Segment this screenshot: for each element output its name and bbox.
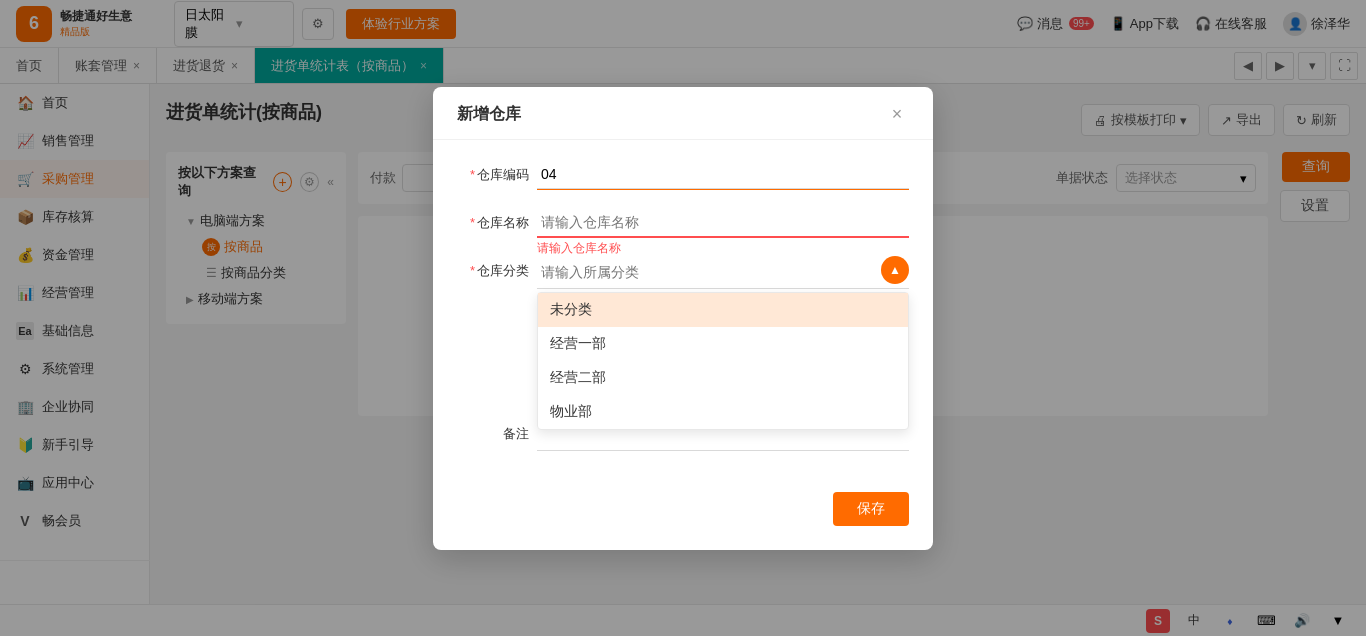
dialog-close-btn[interactable]: × [885,103,909,127]
save-button[interactable]: 保存 [833,492,909,526]
note-label: 备注 [457,419,537,443]
modal-overlay[interactable]: 新增仓库 × 仓库编码 仓库名称 请输入仓库名称 [0,0,1366,636]
category-field: ▲ 未分类 经营一部 经营二部 物业部 [537,256,909,289]
name-error-msg: 请输入仓库名称 [537,240,621,257]
category-label: 仓库分类 [457,256,537,280]
dialog-header: 新增仓库 × [433,87,933,140]
dropdown-option-uncategorized[interactable]: 未分类 [538,293,908,327]
dialog-body: 仓库编码 仓库名称 请输入仓库名称 仓库分类 [433,140,933,492]
dropdown-option-property[interactable]: 物业部 [538,395,908,429]
dropdown-option-dept1[interactable]: 经营一部 [538,327,908,361]
dialog-footer: 保存 [433,492,933,526]
category-input[interactable] [537,260,909,284]
form-row-category: 仓库分类 ▲ 未分类 经营一部 经营二部 物业部 [457,256,909,289]
category-dropdown-btn[interactable]: ▲ [881,256,909,284]
form-row-name: 仓库名称 请输入仓库名称 [457,208,909,238]
name-field: 请输入仓库名称 [537,208,909,238]
name-label: 仓库名称 [457,208,537,232]
code-input[interactable] [537,160,909,189]
category-dropdown-list: 未分类 经营一部 经营二部 物业部 [537,292,909,430]
code-label: 仓库编码 [457,160,537,184]
dialog-title: 新增仓库 [457,104,521,125]
name-input[interactable] [537,208,909,237]
form-row-code: 仓库编码 [457,160,909,190]
dropdown-option-dept2[interactable]: 经营二部 [538,361,908,395]
new-warehouse-dialog: 新增仓库 × 仓库编码 仓库名称 请输入仓库名称 [433,87,933,550]
code-field [537,160,909,190]
